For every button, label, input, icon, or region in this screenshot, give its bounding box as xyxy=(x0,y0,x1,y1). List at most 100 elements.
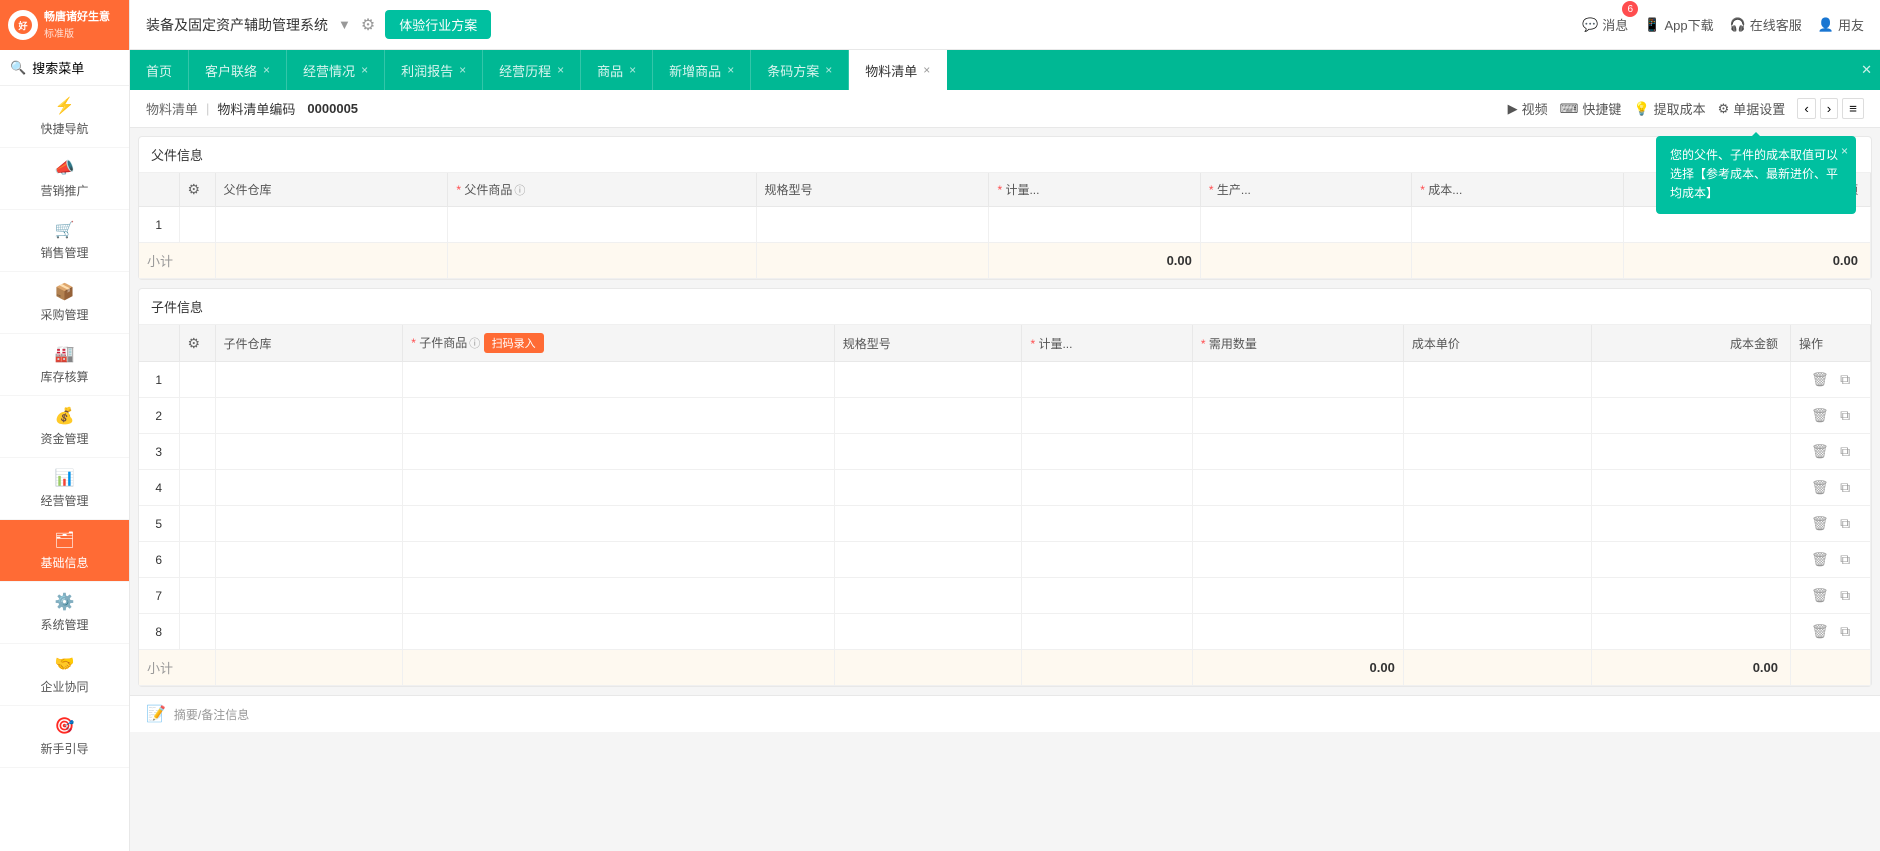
unit-cell[interactable] xyxy=(1022,434,1192,470)
copy-btn[interactable]: ⧉ xyxy=(1836,441,1854,462)
parent-goods-cell[interactable] xyxy=(448,207,756,243)
gear-icon[interactable]: ⚙ xyxy=(188,181,201,197)
spec-cell[interactable] xyxy=(834,470,1022,506)
settings-icon[interactable]: ⚙ xyxy=(361,15,375,35)
child-warehouse-cell[interactable] xyxy=(215,542,403,578)
tab-history[interactable]: 经营历程 × xyxy=(483,50,581,90)
delete-btn[interactable]: 🗑 xyxy=(1807,477,1833,498)
unit-cell[interactable] xyxy=(1022,398,1192,434)
tab-profit[interactable]: 利润报告 × xyxy=(385,50,483,90)
copy-btn[interactable]: ⧉ xyxy=(1836,513,1854,534)
child-warehouse-cell[interactable] xyxy=(215,434,403,470)
quantity-cell[interactable] xyxy=(1192,542,1403,578)
tab-close-icon[interactable]: × xyxy=(263,63,270,77)
tab-close-icon[interactable]: × xyxy=(727,63,734,77)
tab-close-icon[interactable]: × xyxy=(361,63,368,77)
unit-cell[interactable] xyxy=(1022,362,1192,398)
sidebar-item-guide[interactable]: 🎯 新手引导 xyxy=(0,706,129,768)
sidebar-item-basic-info[interactable]: 🗂 基础信息 xyxy=(0,520,129,582)
tab-close-icon[interactable]: × xyxy=(923,63,930,77)
search-menu[interactable]: 🔍 搜索菜单 xyxy=(0,50,129,86)
spec-cell[interactable] xyxy=(834,614,1022,650)
unit-cell[interactable] xyxy=(1022,614,1192,650)
tab-close-icon[interactable]: × xyxy=(629,63,636,77)
th-settings[interactable]: ⚙ xyxy=(179,325,215,362)
quantity-cell[interactable] xyxy=(1192,362,1403,398)
tab-bom[interactable]: 物料清单 × xyxy=(849,50,947,90)
unit-cost-cell[interactable] xyxy=(1403,362,1591,398)
unit-cost-cell[interactable] xyxy=(1403,470,1591,506)
unit-cost-cell[interactable] xyxy=(1403,542,1591,578)
parent-warehouse-cell[interactable] xyxy=(215,207,448,243)
child-goods-cell[interactable] xyxy=(403,506,834,542)
unit-cost-cell[interactable] xyxy=(1403,506,1591,542)
child-warehouse-cell[interactable] xyxy=(215,506,403,542)
delete-btn[interactable]: 🗑 xyxy=(1807,549,1833,570)
delete-btn[interactable]: 🗑 xyxy=(1807,369,1833,390)
copy-btn[interactable]: ⧉ xyxy=(1836,369,1854,390)
child-goods-cell[interactable] xyxy=(403,362,834,398)
online-service-btn[interactable]: 🎧 在线客服 xyxy=(1730,15,1802,34)
next-btn[interactable]: › xyxy=(1820,98,1838,119)
delete-btn[interactable]: 🗑 xyxy=(1807,513,1833,534)
unit-cost-cell[interactable] xyxy=(1403,398,1591,434)
sidebar-item-system[interactable]: ⚙️ 系统管理 xyxy=(0,582,129,644)
th-settings[interactable]: ⚙ xyxy=(179,173,215,207)
spec-cell[interactable] xyxy=(834,542,1022,578)
child-warehouse-cell[interactable] xyxy=(215,470,403,506)
quantity-cell[interactable] xyxy=(1192,434,1403,470)
copy-btn[interactable]: ⧉ xyxy=(1836,549,1854,570)
settings-action[interactable]: ⚙ 单据设置 xyxy=(1718,99,1786,118)
spec-cell[interactable] xyxy=(834,506,1022,542)
app-download-btn[interactable]: 📱 App下载 xyxy=(1644,15,1713,34)
delete-btn[interactable]: 🗑 xyxy=(1807,441,1833,462)
breadcrumb-bom-list[interactable]: 物料清单 xyxy=(146,99,198,118)
quantity-cell[interactable] xyxy=(1192,614,1403,650)
video-action[interactable]: ▶ 视频 xyxy=(1508,99,1548,118)
child-goods-cell[interactable] xyxy=(403,434,834,470)
spec-cell[interactable] xyxy=(834,578,1022,614)
cost-action[interactable]: 💡 提取成本 xyxy=(1633,99,1705,118)
child-goods-cell[interactable] xyxy=(403,470,834,506)
tooltip-close-btn[interactable]: × xyxy=(1841,142,1848,161)
unit-cost-cell[interactable] xyxy=(1403,578,1591,614)
child-goods-cell[interactable] xyxy=(403,578,834,614)
unit-cell[interactable] xyxy=(1022,506,1192,542)
tab-barcode[interactable]: 条码方案 × xyxy=(751,50,849,90)
unit-cost-cell[interactable] xyxy=(1403,434,1591,470)
trial-btn[interactable]: 体验行业方案 xyxy=(385,10,491,39)
quantity-cell[interactable] xyxy=(1192,578,1403,614)
delete-btn[interactable]: 🗑 xyxy=(1807,585,1833,606)
tab-home[interactable]: 首页 xyxy=(130,50,189,90)
shortcut-action[interactable]: ⌨ 快捷键 xyxy=(1560,99,1622,118)
quantity-cell[interactable] xyxy=(1192,470,1403,506)
tab-new-goods[interactable]: 新增商品 × xyxy=(653,50,751,90)
prev-btn[interactable]: ‹ xyxy=(1797,98,1815,119)
production-cell[interactable] xyxy=(1200,207,1411,243)
tab-goods[interactable]: 商品 × xyxy=(581,50,653,90)
sidebar-item-sales[interactable]: 🛒 销售管理 xyxy=(0,210,129,272)
unit-cell[interactable] xyxy=(989,207,1200,243)
copy-btn[interactable]: ⧉ xyxy=(1836,405,1854,426)
child-goods-cell[interactable] xyxy=(403,398,834,434)
tab-close-icon[interactable]: × xyxy=(459,63,466,77)
unit-cell[interactable] xyxy=(1022,542,1192,578)
scan-btn[interactable]: 扫码录入 xyxy=(484,333,544,353)
spec-cell[interactable] xyxy=(834,398,1022,434)
spec-cell[interactable] xyxy=(834,362,1022,398)
sidebar-item-cooperation[interactable]: 🤝 企业协同 xyxy=(0,644,129,706)
message-btn[interactable]: 💬 消息 6 xyxy=(1582,15,1628,34)
spec-cell[interactable] xyxy=(834,434,1022,470)
unit-cost-cell[interactable] xyxy=(1403,614,1591,650)
sidebar-item-quick-nav[interactable]: ⚡ 快捷导航 xyxy=(0,86,129,148)
copy-btn[interactable]: ⧉ xyxy=(1836,621,1854,642)
list-view-btn[interactable]: ≡ xyxy=(1842,98,1864,119)
unit-cell[interactable] xyxy=(1022,470,1192,506)
user-btn[interactable]: 👤 用友 xyxy=(1818,15,1864,34)
delete-btn[interactable]: 🗑 xyxy=(1807,621,1833,642)
sidebar-item-inventory[interactable]: 🏭 库存核算 xyxy=(0,334,129,396)
copy-btn[interactable]: ⧉ xyxy=(1836,477,1854,498)
sidebar-item-marketing[interactable]: 📣 营销推广 xyxy=(0,148,129,210)
child-goods-cell[interactable] xyxy=(403,542,834,578)
quantity-cell[interactable] xyxy=(1192,398,1403,434)
